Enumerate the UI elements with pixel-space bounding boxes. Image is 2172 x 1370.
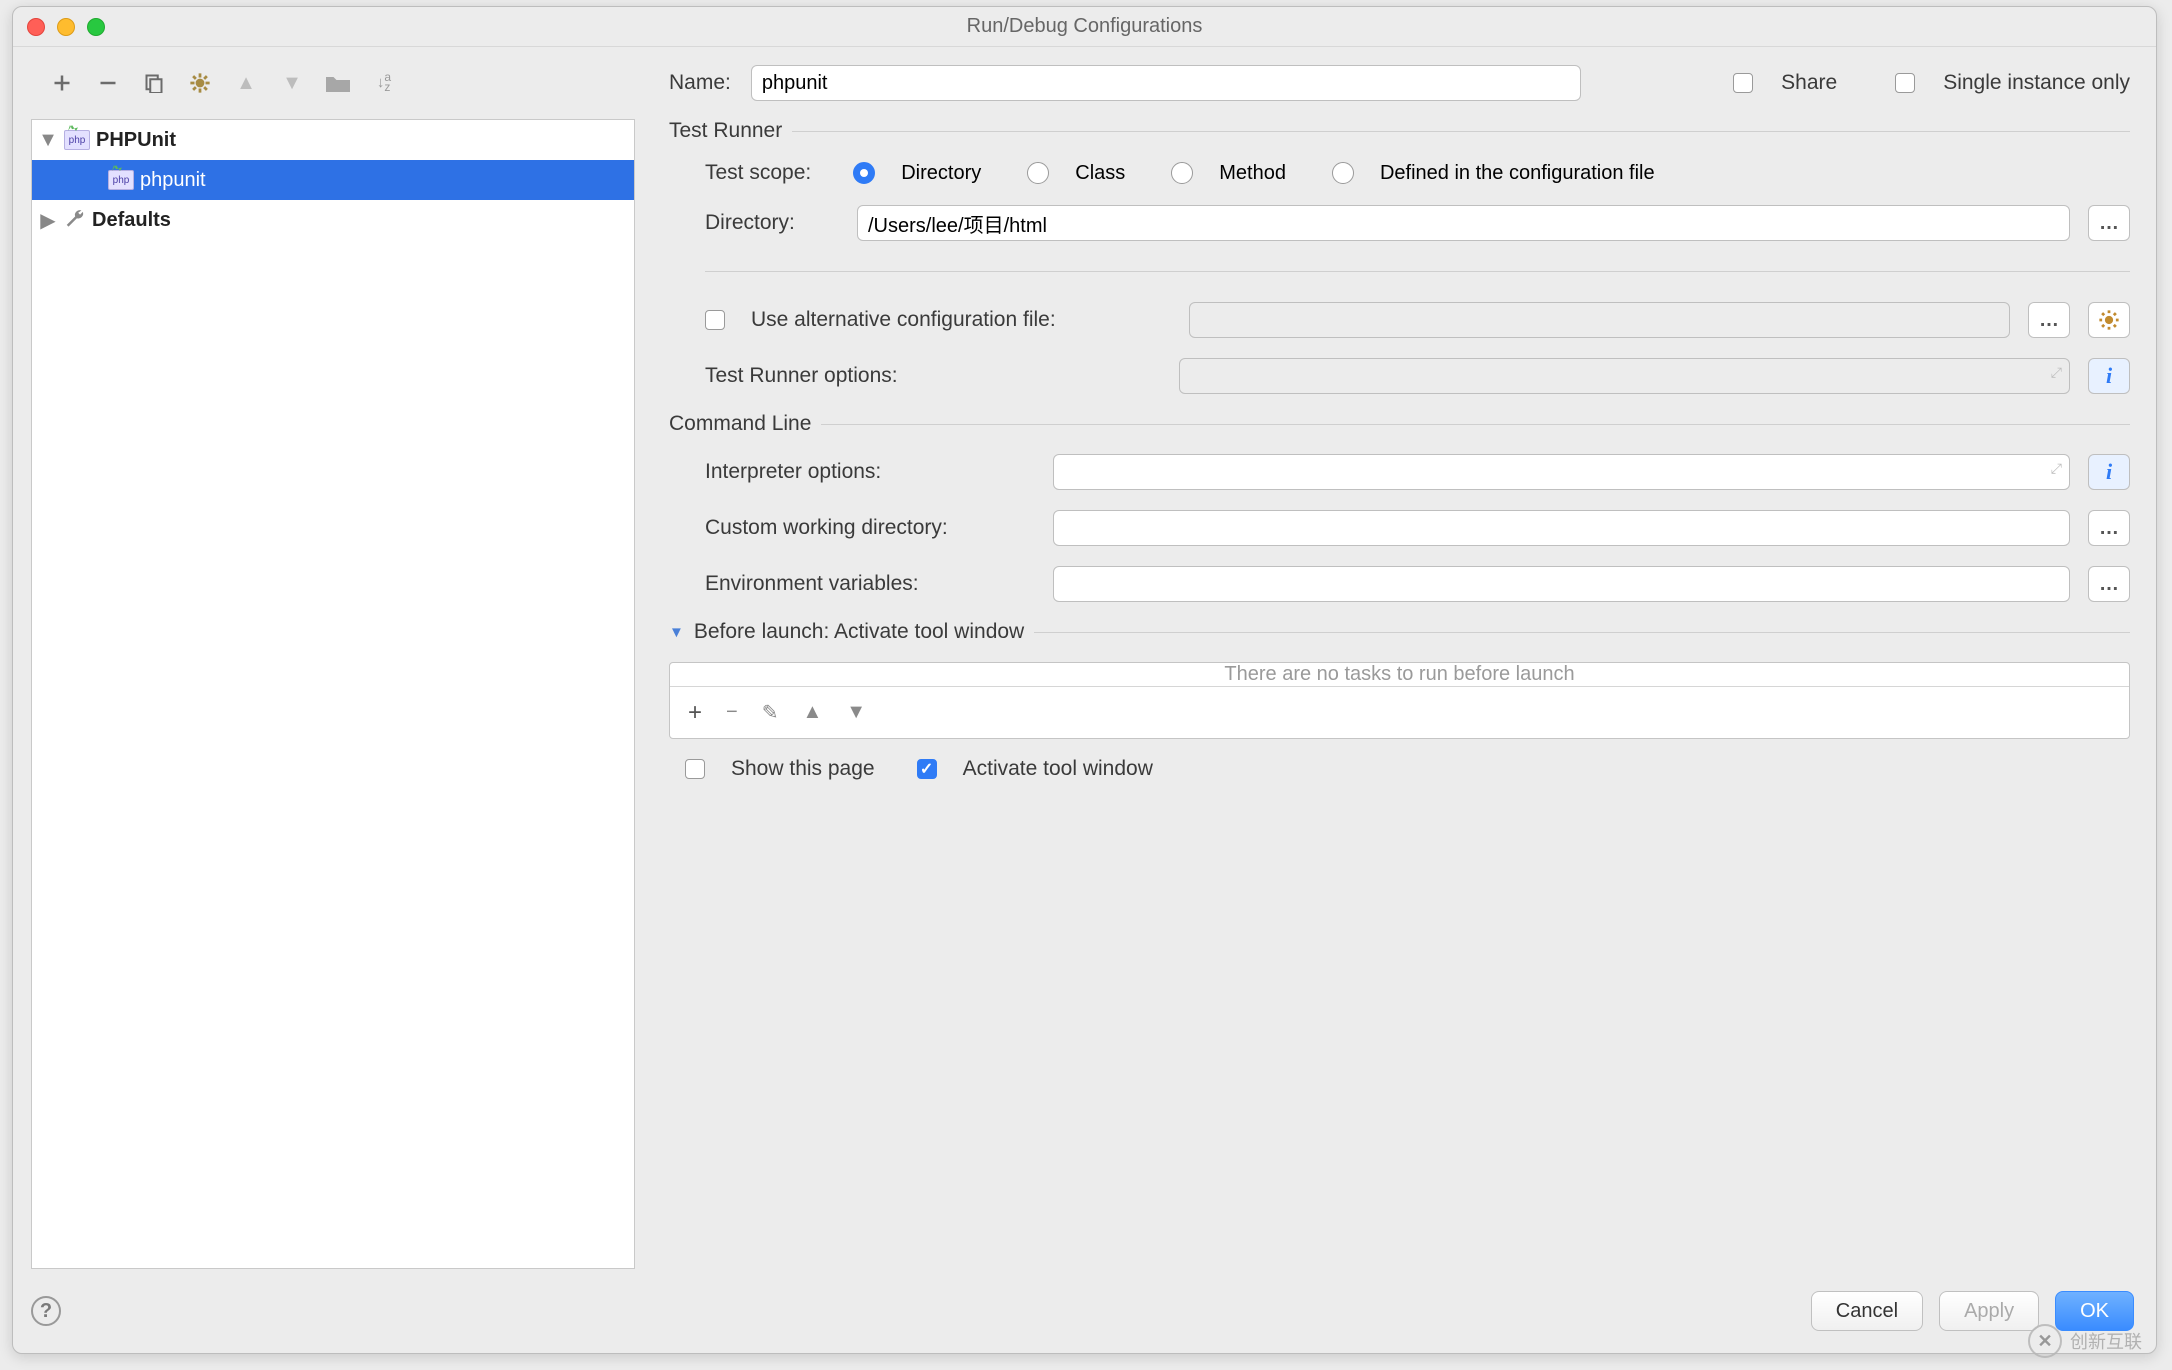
tree-group-phpunit[interactable]: ▼ php PHPUnit xyxy=(32,120,634,160)
tree-group-label: Defaults xyxy=(92,209,171,232)
env-input[interactable] xyxy=(1053,566,2070,602)
phpunit-icon: php xyxy=(108,170,134,190)
scope-config-radio[interactable] xyxy=(1332,162,1354,184)
add-task-icon[interactable]: + xyxy=(688,699,702,727)
move-up-icon[interactable]: ▲ xyxy=(233,70,259,96)
activate-tool-window-checkbox[interactable] xyxy=(917,759,937,779)
run-debug-config-dialog: Run/Debug Configurations ▲ ▼ ↓az ▼ php P… xyxy=(12,6,2157,1354)
settings-icon[interactable] xyxy=(187,70,213,96)
runner-options-label: Test Runner options: xyxy=(705,364,1161,388)
cwd-input[interactable] xyxy=(1053,510,2070,546)
cancel-button[interactable]: Cancel xyxy=(1811,1291,1923,1331)
share-label: Share xyxy=(1781,71,1837,95)
collapse-icon[interactable]: ▼ xyxy=(669,624,684,641)
sidebar: ▲ ▼ ↓az ▼ php PHPUnit php phpunit ▶ xyxy=(13,47,643,1277)
before-launch-empty-text: There are no tasks to run before launch xyxy=(670,663,2129,686)
gear-icon[interactable] xyxy=(2088,302,2130,338)
copy-config-icon[interactable] xyxy=(141,70,167,96)
move-up-icon[interactable]: ▲ xyxy=(802,701,822,724)
section-command-line: Command Line xyxy=(669,412,2130,436)
before-launch-tasks: There are no tasks to run before launch … xyxy=(669,662,2130,739)
tree-item-label: phpunit xyxy=(140,169,206,192)
titlebar: Run/Debug Configurations xyxy=(13,7,2156,47)
section-title-label: Before launch: Activate tool window xyxy=(694,620,1024,644)
watermark-icon: ✕ xyxy=(2028,1324,2062,1358)
interpreter-options-label: Interpreter options: xyxy=(705,460,1035,484)
show-this-page-label: Show this page xyxy=(731,757,875,781)
zoom-window-icon[interactable] xyxy=(87,18,105,36)
phpunit-icon: php xyxy=(64,130,90,150)
help-button[interactable]: ? xyxy=(31,1296,61,1326)
remove-config-icon[interactable] xyxy=(95,70,121,96)
watermark-text: 创新互联 xyxy=(2070,1328,2142,1354)
directory-label: Directory: xyxy=(705,211,839,235)
scope-directory-label: Directory xyxy=(901,162,981,185)
browse-alt-config-button[interactable]: … xyxy=(2028,302,2070,338)
tree-group-label: PHPUnit xyxy=(96,129,176,152)
scope-directory-radio[interactable] xyxy=(853,162,875,184)
dialog-footer: ? Cancel Apply OK xyxy=(13,1277,2156,1353)
scope-class-label: Class xyxy=(1075,162,1125,185)
share-checkbox[interactable] xyxy=(1733,73,1753,93)
collapse-icon[interactable]: ▼ xyxy=(38,129,58,152)
expand-icon[interactable]: ▶ xyxy=(38,208,58,233)
close-window-icon[interactable] xyxy=(27,18,45,36)
edit-task-icon[interactable]: ✎ xyxy=(762,700,779,725)
name-input[interactable] xyxy=(751,65,1581,101)
wrench-icon xyxy=(64,206,86,234)
config-tree[interactable]: ▼ php PHPUnit php phpunit ▶ Defaults xyxy=(31,119,635,1269)
scope-class-radio[interactable] xyxy=(1027,162,1049,184)
activate-tool-window-label: Activate tool window xyxy=(963,757,1153,781)
info-icon[interactable]: i xyxy=(2088,454,2130,490)
single-instance-label: Single instance only xyxy=(1943,71,2130,95)
watermark: ✕ 创新互联 xyxy=(2028,1324,2142,1358)
tree-item-phpunit[interactable]: php phpunit xyxy=(32,160,634,200)
section-title-label: Test Runner xyxy=(669,119,782,143)
single-instance-checkbox[interactable] xyxy=(1895,73,1915,93)
cwd-label: Custom working directory: xyxy=(705,516,1035,540)
env-label: Environment variables: xyxy=(705,572,1035,596)
sidebar-toolbar: ▲ ▼ ↓az xyxy=(31,59,635,107)
remove-task-icon[interactable]: − xyxy=(726,701,738,724)
main-panel: Name: Share Single instance only Test Ru… xyxy=(643,47,2156,1277)
section-title-label: Command Line xyxy=(669,412,811,436)
window-title: Run/Debug Configurations xyxy=(13,15,2156,38)
directory-input[interactable] xyxy=(857,205,2070,241)
before-launch-toolbar: + − ✎ ▲ ▼ xyxy=(670,686,2129,738)
test-scope-label: Test scope: xyxy=(705,161,811,185)
add-config-icon[interactable] xyxy=(49,70,75,96)
expand-icon[interactable]: ⤢ xyxy=(2051,364,2062,381)
info-icon[interactable]: i xyxy=(2088,358,2130,394)
interpreter-options-input[interactable] xyxy=(1053,454,2070,490)
browse-cwd-button[interactable]: … xyxy=(2088,510,2130,546)
move-down-icon[interactable]: ▼ xyxy=(279,70,305,96)
alt-config-label: Use alternative configuration file: xyxy=(751,308,1171,332)
folder-icon[interactable] xyxy=(325,70,351,96)
sort-icon[interactable]: ↓az xyxy=(371,70,397,96)
tree-group-defaults[interactable]: ▶ Defaults xyxy=(32,200,634,240)
window-traffic-lights xyxy=(27,18,105,36)
section-test-runner: Test Runner xyxy=(669,119,2130,143)
scope-config-label: Defined in the configuration file xyxy=(1380,162,1655,185)
section-before-launch[interactable]: ▼ Before launch: Activate tool window xyxy=(669,620,2130,644)
runner-options-input[interactable] xyxy=(1179,358,2070,394)
scope-method-label: Method xyxy=(1219,162,1286,185)
browse-directory-button[interactable]: … xyxy=(2088,205,2130,241)
scope-method-radio[interactable] xyxy=(1171,162,1193,184)
alt-config-checkbox[interactable] xyxy=(705,310,725,330)
move-down-icon[interactable]: ▼ xyxy=(846,701,866,724)
apply-button[interactable]: Apply xyxy=(1939,1291,2039,1331)
alt-config-input[interactable] xyxy=(1189,302,2010,338)
browse-env-button[interactable]: … xyxy=(2088,566,2130,602)
expand-icon[interactable]: ⤢ xyxy=(2051,460,2062,477)
show-this-page-checkbox[interactable] xyxy=(685,759,705,779)
name-label: Name: xyxy=(669,71,731,95)
minimize-window-icon[interactable] xyxy=(57,18,75,36)
